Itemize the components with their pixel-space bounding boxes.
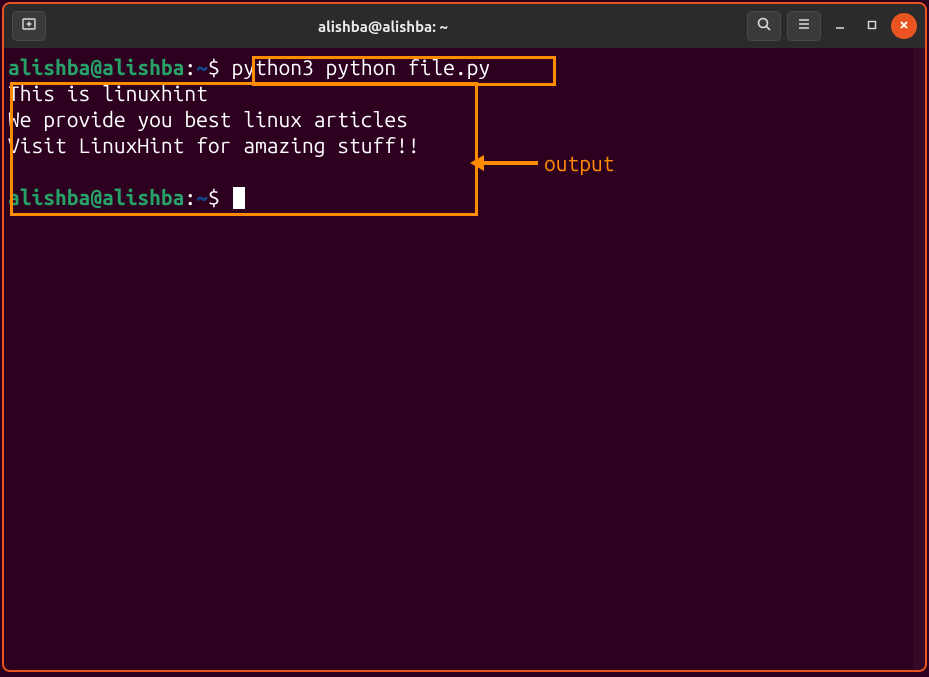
search-button[interactable] — [747, 11, 781, 41]
prompt-line-1: alishba@alishba:~$ python3 python file.p… — [8, 54, 921, 80]
cursor — [233, 187, 245, 209]
close-icon — [898, 17, 910, 35]
new-tab-button[interactable] — [12, 11, 46, 41]
search-icon — [756, 16, 772, 36]
window-title: alishba@alishba: ~ — [318, 18, 448, 35]
command-text: python3 python file.py — [231, 55, 490, 79]
titlebar: alishba@alishba: ~ — [4, 4, 925, 48]
prompt-line-2: alishba@alishba:~$ — [8, 184, 921, 210]
close-button[interactable] — [891, 13, 917, 39]
terminal-window: alishba@alishba: ~ — [2, 2, 927, 672]
menu-button[interactable] — [787, 11, 821, 41]
output-line: Visit LinuxHint for amazing stuff!! — [8, 132, 921, 158]
user-host: alishba@alishba — [8, 55, 184, 79]
output-line: We provide you best linux articles — [8, 106, 921, 132]
minimize-icon — [834, 17, 846, 35]
hamburger-icon — [796, 16, 812, 36]
user-host: alishba@alishba — [8, 185, 184, 209]
maximize-button[interactable] — [859, 13, 885, 39]
minimize-button[interactable] — [827, 13, 853, 39]
new-tab-icon — [21, 16, 37, 36]
scrollbar[interactable] — [913, 48, 925, 670]
output-line: This is linuxhint — [8, 80, 921, 106]
terminal-body[interactable]: alishba@alishba:~$ python3 python file.p… — [4, 48, 925, 670]
maximize-icon — [866, 17, 878, 35]
path: ~ — [196, 185, 208, 209]
path: ~ — [196, 55, 208, 79]
